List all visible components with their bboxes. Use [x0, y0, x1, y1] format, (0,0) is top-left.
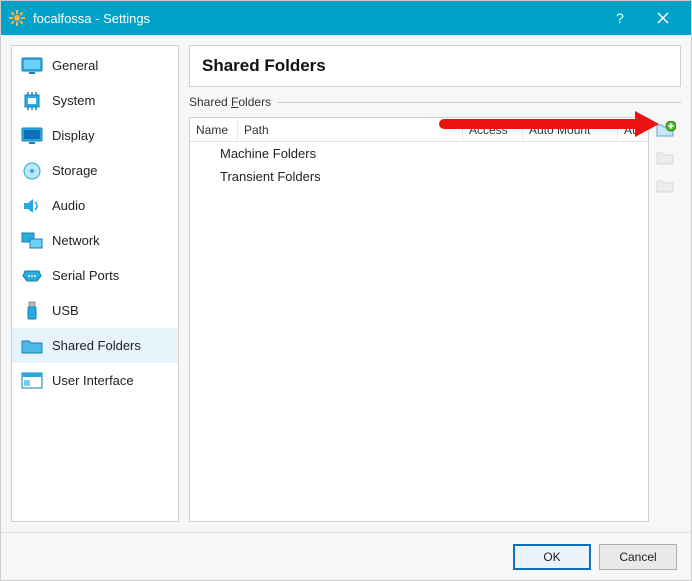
group-label: Shared Folders: [189, 95, 681, 109]
content-area: General System Display Storage Audio Net…: [1, 35, 691, 532]
remove-share-button: [655, 175, 677, 197]
display-icon: [20, 126, 44, 146]
sidebar-item-label: Audio: [52, 198, 85, 213]
col-path[interactable]: Path: [238, 118, 463, 141]
sidebar-item-general[interactable]: General: [12, 48, 178, 83]
sidebar-item-label: System: [52, 93, 95, 108]
svg-text:?: ?: [616, 10, 624, 26]
table-body: Machine Folders Transient Folders: [190, 142, 648, 521]
network-icon: [20, 231, 44, 251]
sidebar-item-label: Shared Folders: [52, 338, 141, 353]
page-title: Shared Folders: [202, 56, 668, 76]
folders-area: Name Path Access Auto Mount At Machine F…: [189, 117, 681, 522]
col-name[interactable]: Name: [190, 118, 238, 141]
main-panel: Shared Folders Shared Folders Name Path …: [189, 45, 681, 522]
help-button[interactable]: ?: [597, 1, 641, 35]
add-share-button[interactable]: [655, 119, 677, 141]
speaker-icon: [20, 196, 44, 216]
table-header: Name Path Access Auto Mount At: [190, 118, 648, 142]
col-automount[interactable]: Auto Mount: [523, 118, 618, 141]
page-title-box: Shared Folders: [189, 45, 681, 87]
sidebar-item-audio[interactable]: Audio: [12, 188, 178, 223]
sidebar-item-display[interactable]: Display: [12, 118, 178, 153]
sidebar-item-label: Storage: [52, 163, 98, 178]
dialog-footer: OK Cancel: [1, 532, 691, 580]
sidebar-item-serialports[interactable]: Serial Ports: [12, 258, 178, 293]
folder-icon: [20, 336, 44, 356]
cancel-button[interactable]: Cancel: [599, 544, 677, 570]
sidebar-item-label: User Interface: [52, 373, 134, 388]
disk-icon: [20, 161, 44, 181]
ui-icon: [20, 371, 44, 391]
chip-icon: [20, 91, 44, 111]
sidebar-item-label: USB: [52, 303, 79, 318]
settings-window: focalfossa - Settings ? General System D…: [0, 0, 692, 581]
gear-icon: [9, 10, 25, 26]
sidebar-item-storage[interactable]: Storage: [12, 153, 178, 188]
usb-icon: [20, 301, 44, 321]
sidebar-item-label: Serial Ports: [52, 268, 119, 283]
sidebar-item-network[interactable]: Network: [12, 223, 178, 258]
sidebar-item-usb[interactable]: USB: [12, 293, 178, 328]
sidebar: General System Display Storage Audio Net…: [11, 45, 179, 522]
serial-port-icon: [20, 266, 44, 286]
col-access[interactable]: Access: [463, 118, 523, 141]
tree-group-transient[interactable]: Transient Folders: [190, 165, 648, 188]
titlebar: focalfossa - Settings ?: [1, 1, 691, 35]
sidebar-item-system[interactable]: System: [12, 83, 178, 118]
sidebar-item-userinterface[interactable]: User Interface: [12, 363, 178, 398]
tree-group-machine[interactable]: Machine Folders: [190, 142, 648, 165]
close-button[interactable]: [641, 1, 685, 35]
edit-share-button: [655, 147, 677, 169]
shared-folders-table[interactable]: Name Path Access Auto Mount At Machine F…: [189, 117, 649, 522]
tool-column: [655, 117, 681, 522]
sidebar-item-label: Network: [52, 233, 100, 248]
monitor-icon: [20, 56, 44, 76]
window-title: focalfossa - Settings: [33, 11, 597, 26]
col-at[interactable]: At: [618, 118, 648, 141]
ok-button[interactable]: OK: [513, 544, 591, 570]
sidebar-item-label: Display: [52, 128, 95, 143]
sidebar-item-sharedfolders[interactable]: Shared Folders: [12, 328, 178, 363]
sidebar-item-label: General: [52, 58, 98, 73]
